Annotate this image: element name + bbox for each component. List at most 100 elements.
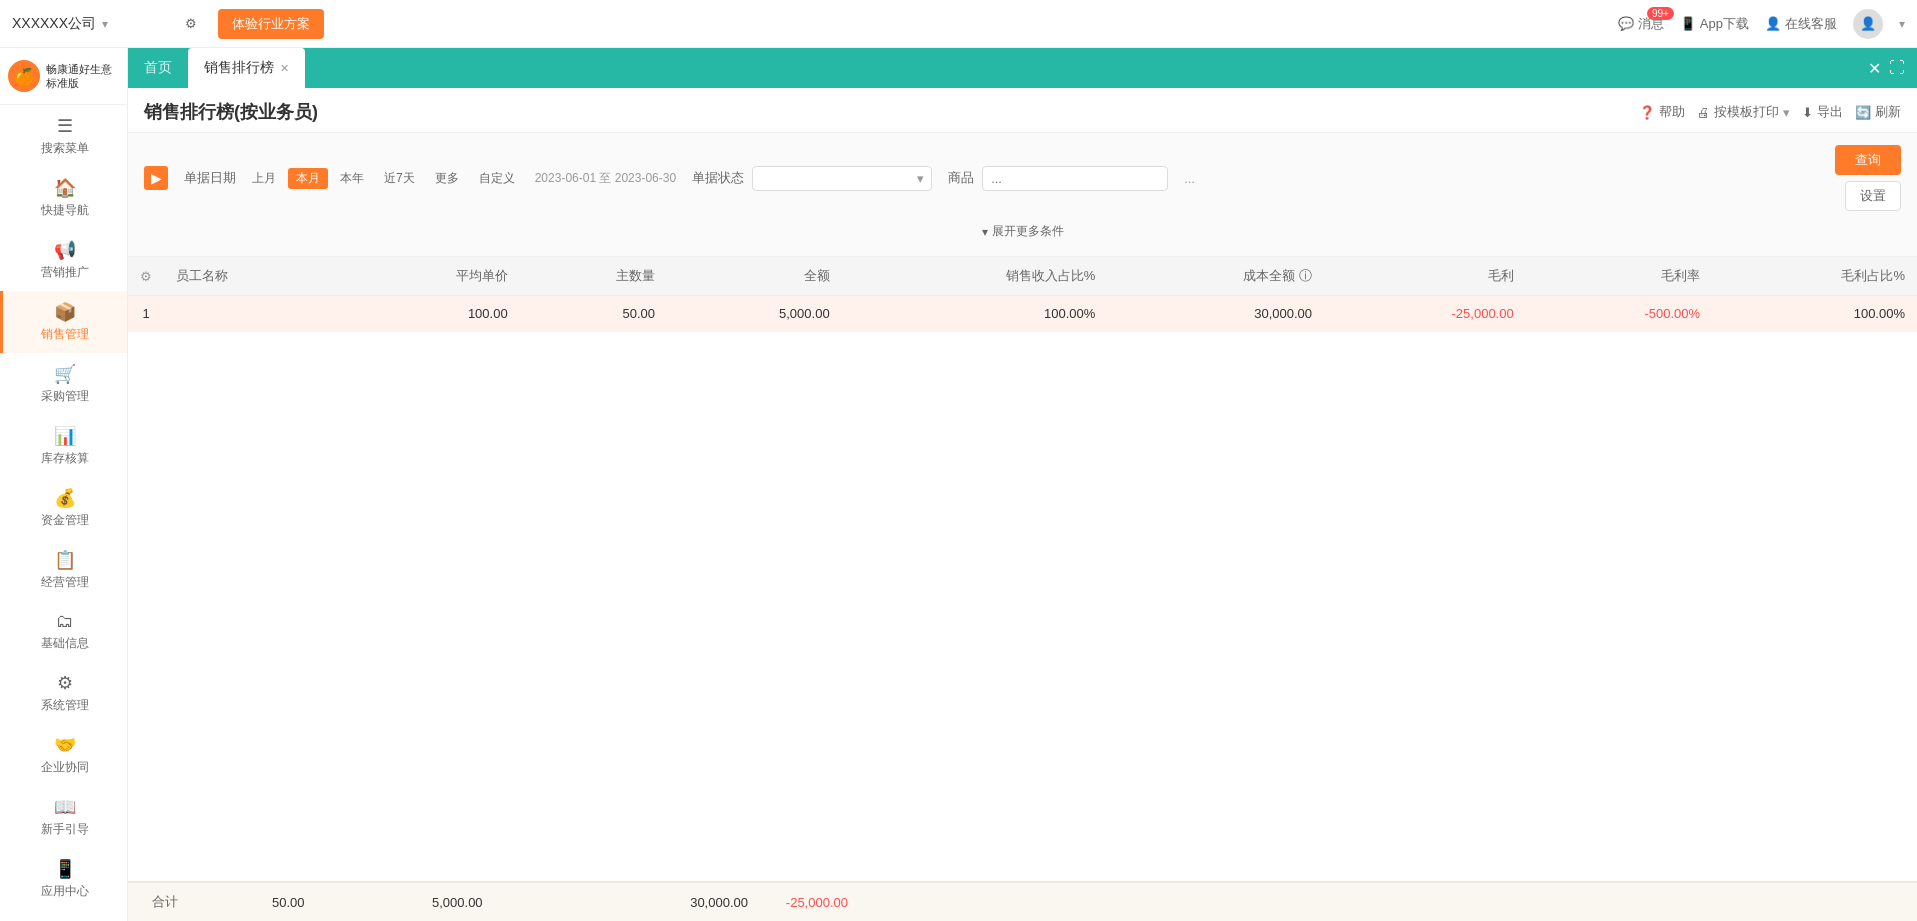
app-icon: 📱 bbox=[1680, 16, 1696, 31]
home-icon: 🏠 bbox=[54, 177, 76, 199]
date-tab-thismonth[interactable]: 本月 bbox=[288, 168, 328, 189]
sidebar-item-search[interactable]: ☰ 搜索菜单 bbox=[0, 105, 127, 167]
cell-sales-pct: 100.00% bbox=[842, 296, 1108, 332]
goods-input[interactable] bbox=[982, 166, 1168, 191]
sidebar: 🍊 畅康通好生意 标准版 ☰ 搜索菜单 🏠 快捷导航 📢 营销推广 📦 销售管理… bbox=[0, 48, 128, 921]
logo-text: 畅康通好生意 标准版 bbox=[46, 62, 112, 91]
date-tab-custom[interactable]: 自定义 bbox=[471, 168, 523, 189]
tab-home[interactable]: 首页 bbox=[128, 48, 188, 88]
sidebar-item-sales[interactable]: 📦 销售管理 bbox=[0, 291, 127, 353]
inventory-icon: 📊 bbox=[54, 425, 76, 447]
sidebar-label-appcenter: 应用中心 bbox=[41, 883, 89, 900]
message-icon: 💬 bbox=[1618, 16, 1634, 31]
col-cost: 成本全额 ⓘ bbox=[1107, 257, 1324, 296]
table-container: ⚙ 员工名称 平均单价 主数量 全额 销售收入占比% 成本全额 ⓘ 毛利 毛利率… bbox=[128, 257, 1917, 881]
sidebar-label-collab: 企业协同 bbox=[41, 759, 89, 776]
col-gross: 毛利 bbox=[1324, 257, 1526, 296]
footer-label: 合计 bbox=[140, 893, 260, 911]
date-tab-more[interactable]: 更多 bbox=[427, 168, 467, 189]
tab-close-all-icon[interactable]: ✕ bbox=[1868, 59, 1881, 78]
tab-sales-ranking[interactable]: 销售排行榜 ✕ bbox=[188, 48, 305, 88]
sidebar-item-quicknav[interactable]: 🏠 快捷导航 bbox=[0, 167, 127, 229]
sidebar-label-purchase: 采购管理 bbox=[41, 388, 89, 405]
status-select[interactable] bbox=[752, 166, 932, 191]
settings-icon[interactable]: ⚙ bbox=[176, 9, 206, 39]
expand-label: 展开更多条件 bbox=[992, 223, 1064, 240]
sidebar-item-basicinfo[interactable]: 🗂 基础信息 bbox=[0, 601, 127, 662]
settings-button[interactable]: 设置 bbox=[1845, 181, 1901, 211]
page-title: 销售排行榜(按业务员) bbox=[144, 100, 318, 124]
tab-maximize-icon[interactable]: ⛶ bbox=[1889, 59, 1905, 77]
company-name: XXXXXX公司 bbox=[12, 15, 96, 33]
app-download-btn[interactable]: 📱 App下载 bbox=[1680, 15, 1749, 33]
basicinfo-icon: 🗂 bbox=[56, 611, 74, 632]
sidebar-item-collab[interactable]: 🤝 企业协同 bbox=[0, 724, 127, 786]
tab-close-icon[interactable]: ✕ bbox=[280, 62, 289, 75]
status-filter-label: 单据状态 bbox=[692, 169, 744, 187]
system-icon: ⚙ bbox=[57, 672, 73, 694]
appcenter-icon: 📱 bbox=[54, 858, 76, 880]
sidebar-label-quicknav: 快捷导航 bbox=[41, 202, 89, 219]
cell-gross: -25,000.00 bbox=[1324, 296, 1526, 332]
col-sales-pct: 销售收入占比% bbox=[842, 257, 1108, 296]
sidebar-item-inventory[interactable]: 📊 库存核算 bbox=[0, 415, 127, 477]
export-btn[interactable]: ⬇ 导出 bbox=[1802, 103, 1843, 121]
data-table: ⚙ 员工名称 平均单价 主数量 全额 销售收入占比% 成本全额 ⓘ 毛利 毛利率… bbox=[128, 257, 1917, 332]
finance-icon: 💰 bbox=[54, 487, 76, 509]
query-button[interactable]: 查询 bbox=[1835, 145, 1901, 175]
sidebar-logo: 🍊 畅康通好生意 标准版 bbox=[0, 48, 127, 105]
top-header: XXXXXX公司 ▾ ⚙ 体验行业方案 💬 消息 99+ 📱 App下载 👤 在… bbox=[0, 0, 1917, 48]
footer-amount: 5,000.00 bbox=[420, 895, 540, 910]
col-gross-rate: 毛利率 bbox=[1526, 257, 1712, 296]
avatar[interactable]: 👤 bbox=[1853, 9, 1883, 39]
sidebar-item-wechat[interactable]: 💬 企业微信 bbox=[0, 910, 127, 921]
sidebar-label-search: 搜索菜单 bbox=[41, 140, 89, 157]
date-tab-lastmonth[interactable]: 上月 bbox=[244, 168, 284, 189]
cell-gross-pct: 100.00% bbox=[1712, 296, 1917, 332]
refresh-label: 刷新 bbox=[1875, 103, 1901, 121]
sidebar-label-basicinfo: 基础信息 bbox=[41, 635, 89, 652]
guide-icon: 📖 bbox=[54, 796, 76, 818]
chevron-down-icon: ▾ bbox=[982, 225, 988, 239]
refresh-btn[interactable]: 🔄 刷新 bbox=[1855, 103, 1901, 121]
content-area: 首页 销售排行榜 ✕ ✕ ⛶ 销售排行榜(按业务员) ❓ 帮助 bbox=[128, 48, 1917, 921]
page-header: 销售排行榜(按业务员) ❓ 帮助 🖨 按模板打印 ▾ ⬇ 导出 bbox=[128, 88, 1917, 133]
sidebar-item-finance[interactable]: 💰 资金管理 bbox=[0, 477, 127, 539]
expand-more-btn[interactable]: ▾ 展开更多条件 bbox=[144, 219, 1901, 244]
service-label: 在线客服 bbox=[1785, 15, 1837, 33]
operations-icon: 📋 bbox=[54, 549, 76, 571]
cell-rank: 1 bbox=[128, 296, 164, 332]
help-btn[interactable]: ❓ 帮助 bbox=[1639, 103, 1685, 121]
date-range-display: 2023-06-01 至 2023-06-30 bbox=[535, 170, 676, 187]
online-service-btn[interactable]: 👤 在线客服 bbox=[1765, 15, 1837, 33]
sidebar-item-marketing[interactable]: 📢 营销推广 bbox=[0, 229, 127, 291]
filter-toggle-btn[interactable]: ▶ bbox=[144, 166, 168, 190]
purchase-icon: 🛒 bbox=[54, 363, 76, 385]
sidebar-item-purchase[interactable]: 🛒 采购管理 bbox=[0, 353, 127, 415]
sidebar-item-system[interactable]: ⚙ 系统管理 bbox=[0, 662, 127, 724]
print-icon: 🖨 bbox=[1697, 105, 1710, 120]
sidebar-item-appcenter[interactable]: 📱 应用中心 bbox=[0, 848, 127, 910]
export-label: 导出 bbox=[1817, 103, 1843, 121]
sidebar-item-operations[interactable]: 📋 经营管理 bbox=[0, 539, 127, 601]
date-tab-thisyear[interactable]: 本年 bbox=[332, 168, 372, 189]
sidebar-label-system: 系统管理 bbox=[41, 697, 89, 714]
page-actions: ❓ 帮助 🖨 按模板打印 ▾ ⬇ 导出 🔄 刷新 bbox=[1639, 103, 1901, 121]
company-selector[interactable]: XXXXXX公司 ▾ bbox=[12, 15, 172, 33]
main-layout: 🍊 畅康通好生意 标准版 ☰ 搜索菜单 🏠 快捷导航 📢 营销推广 📦 销售管理… bbox=[0, 48, 1917, 921]
template-print-btn[interactable]: 🖨 按模板打印 ▾ bbox=[1697, 103, 1790, 121]
help-icon: ❓ bbox=[1639, 105, 1655, 120]
chevron-down-icon: ▾ bbox=[102, 17, 108, 31]
col-settings[interactable]: ⚙ bbox=[128, 257, 164, 296]
message-btn[interactable]: 💬 消息 99+ bbox=[1618, 15, 1664, 33]
status-filter-group: 单据状态 bbox=[692, 166, 932, 191]
sidebar-item-guide[interactable]: 📖 新手引导 bbox=[0, 786, 127, 848]
trial-button[interactable]: 体验行业方案 bbox=[218, 9, 324, 39]
help-label: 帮助 bbox=[1659, 103, 1685, 121]
page-content: 销售排行榜(按业务员) ❓ 帮助 🖨 按模板打印 ▾ ⬇ 导出 bbox=[128, 88, 1917, 921]
date-tab-7days[interactable]: 近7天 bbox=[376, 168, 423, 189]
sales-icon: 📦 bbox=[54, 301, 76, 323]
col-quantity: 主数量 bbox=[520, 257, 667, 296]
message-badge: 99+ bbox=[1647, 7, 1674, 20]
table-footer: 合计 50.00 5,000.00 30,000.00 -25,000.00 bbox=[128, 881, 1917, 921]
